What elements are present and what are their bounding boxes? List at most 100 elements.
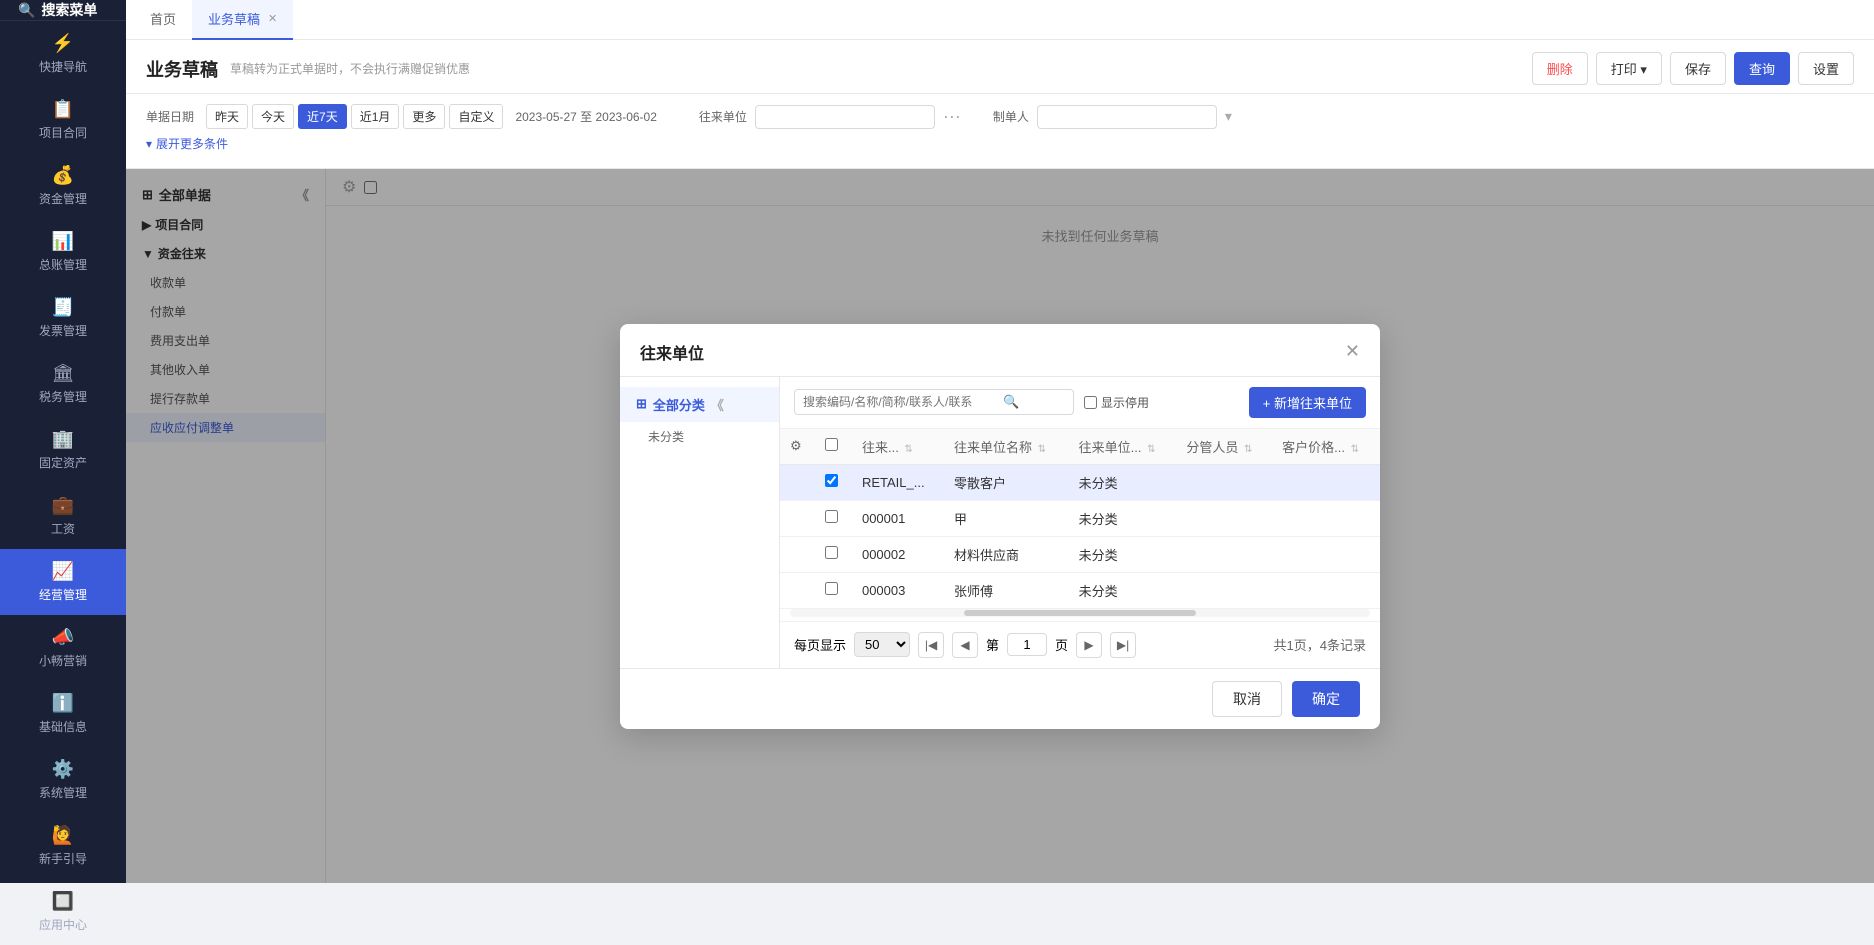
show-disabled-checkbox[interactable] [1084,396,1097,409]
cancel-button[interactable]: 取消 [1212,681,1282,717]
td-checkbox [815,572,852,608]
expand-filter-btn[interactable]: ▾ 展开更多条件 [146,135,228,152]
table-select-all[interactable] [825,438,838,451]
sidebar-item-assets[interactable]: 🏢 固定资产 [0,417,126,483]
appstore-icon: 🔲 [52,891,74,912]
print-label: 打印 [1611,62,1637,77]
horizontal-scrollbar[interactable] [790,609,1370,617]
th-price: 客户价格... ⇅ [1272,429,1380,465]
per-page-select[interactable]: 50 100 [854,632,910,657]
sidebar-item-label: 新手引导 [39,850,87,867]
print-arrow-icon: ▾ [1640,62,1647,77]
guide-icon: 🙋 [52,825,74,846]
sidebar-item-finance[interactable]: 💰 资金管理 [0,153,126,219]
td-manager [1176,464,1272,500]
table-row[interactable]: 000001 甲 未分类 [780,500,1380,536]
print-button[interactable]: 打印 ▾ [1596,52,1662,85]
creator-filter: 制单人 ▾ [993,105,1232,129]
marketing-icon: 📣 [52,627,74,648]
last-page-btn[interactable]: ▶| [1110,632,1136,658]
settings-button[interactable]: 设置 [1798,52,1854,85]
table-head: ⚙ 往来... ⇅ 往来单位名称 ⇅ 往来单位... ⇅ 分管人员 ⇅ 客户价格… [780,429,1380,465]
sidebar-item-accounts[interactable]: 📊 总账管理 [0,219,126,285]
dialog-table: ⚙ 往来... ⇅ 往来单位名称 ⇅ 往来单位... ⇅ 分管人员 ⇅ 客户价格… [780,429,1380,609]
save-button[interactable]: 保存 [1670,52,1726,85]
sort-cat-icon[interactable]: ⇅ [1147,444,1155,455]
page-number-input[interactable] [1007,633,1047,656]
sidebar-logo-label[interactable]: 搜索菜单 [41,0,97,20]
dialog-title: 往来单位 [640,340,704,364]
sidebar-item-base[interactable]: ℹ️ 基础信息 [0,681,126,747]
col-settings-icon[interactable]: ⚙ [790,438,802,453]
td-settings [780,536,815,572]
search-icon: 🔍 [18,2,35,19]
creator-input[interactable] [1037,105,1217,129]
dialog: 往来单位 ✕ ⊞ 全部分类 《 未分类 [620,324,1380,729]
row-checkbox[interactable] [825,582,838,595]
dialog-cat-unclassified[interactable]: 未分类 [620,422,779,451]
sort-mgr-icon[interactable]: ⇅ [1244,444,1252,455]
partner-input[interactable] [755,105,935,129]
dialog-cat-all[interactable]: ⊞ 全部分类 《 [620,387,779,422]
date-btn-1month[interactable]: 近1月 [351,104,400,129]
row-checkbox[interactable] [825,546,838,559]
td-manager [1176,572,1272,608]
cat-collapse-icon[interactable]: 《 [711,395,724,414]
td-category: 未分类 [1069,464,1177,500]
confirm-button[interactable]: 确定 [1292,681,1360,717]
row-checkbox[interactable] [825,474,838,487]
per-page-label: 每页显示 [794,635,846,654]
sidebar-item-operations[interactable]: 📈 经营管理 [0,549,126,615]
search-icon: 🔍 [1003,394,1019,410]
table-row[interactable]: RETAIL_... 零散客户 未分类 [780,464,1380,500]
row-checkbox[interactable] [825,510,838,523]
table-body: RETAIL_... 零散客户 未分类 000001 甲 未分类 000002 … [780,464,1380,608]
sidebar-item-project[interactable]: 📋 项目合同 [0,87,126,153]
table-row[interactable]: 000002 材料供应商 未分类 [780,536,1380,572]
prev-page-btn[interactable]: ◀ [952,632,978,658]
operations-icon: 📈 [52,561,74,582]
delete-button[interactable]: 删除 [1532,52,1588,85]
tab-close-icon[interactable]: ✕ [268,12,277,25]
sidebar-item-system[interactable]: ⚙️ 系统管理 [0,747,126,813]
ellipsis-icon: ··· [943,106,961,127]
th-manager: 分管人员 ⇅ [1176,429,1272,465]
first-page-btn[interactable]: |◀ [918,632,944,658]
sort-code-icon[interactable]: ⇅ [904,444,912,455]
date-btn-today[interactable]: 今天 [252,104,294,129]
td-settings [780,464,815,500]
dialog-body: ⊞ 全部分类 《 未分类 [620,377,1380,668]
add-partner-button[interactable]: + 新增往来单位 [1249,387,1366,418]
sidebar-item-label: 应用中心 [39,916,87,933]
query-button[interactable]: 查询 [1734,52,1790,85]
tab-home[interactable]: 首页 [134,0,192,40]
system-icon: ⚙️ [52,759,74,780]
sidebar-item-quick-nav[interactable]: ⚡ 快捷导航 [0,21,126,87]
grid2-icon: ⊞ [636,396,647,412]
partner-label: 往来单位 [699,108,747,125]
main-area: 首页 业务草稿 ✕ 业务草稿 草稿转为正式单据时，不会执行满赠促销优惠 删除 打… [126,0,1874,883]
sidebar-item-invoice[interactable]: 🧾 发票管理 [0,285,126,351]
dialog-search-input[interactable] [803,395,1003,409]
sort-name-icon[interactable]: ⇅ [1038,444,1046,455]
next-page-btn[interactable]: ▶ [1076,632,1102,658]
tab-draft[interactable]: 业务草稿 ✕ [192,0,293,40]
sidebar-item-guide[interactable]: 🙋 新手引导 [0,813,126,879]
sidebar-item-marketing[interactable]: 📣 小畅营销 [0,615,126,681]
dialog-header: 往来单位 ✕ [620,324,1380,377]
date-btn-7days[interactable]: 近7天 [298,104,347,129]
table-row[interactable]: 000003 张师傅 未分类 [780,572,1380,608]
sidebar-item-tax[interactable]: 🏛 税务管理 [0,351,126,417]
date-btn-more[interactable]: 更多 [403,104,445,129]
sidebar-item-appstore[interactable]: 🔲 应用中心 [0,879,126,945]
sidebar-item-salary[interactable]: 💼 工资 [0,483,126,549]
dialog-close-icon[interactable]: ✕ [1345,341,1360,362]
dialog-overlay: 往来单位 ✕ ⊞ 全部分类 《 未分类 [126,169,1874,883]
scrollbar-thumb[interactable] [964,610,1196,616]
date-btn-yesterday[interactable]: 昨天 [206,104,248,129]
show-disabled-label: 显示停用 [1084,394,1149,411]
sort-price-icon[interactable]: ⇅ [1351,444,1359,455]
td-price [1272,464,1380,500]
page-header: 业务草稿 草稿转为正式单据时，不会执行满赠促销优惠 删除 打印 ▾ 保存 查询 … [126,40,1874,94]
date-btn-custom[interactable]: 自定义 [449,104,503,129]
